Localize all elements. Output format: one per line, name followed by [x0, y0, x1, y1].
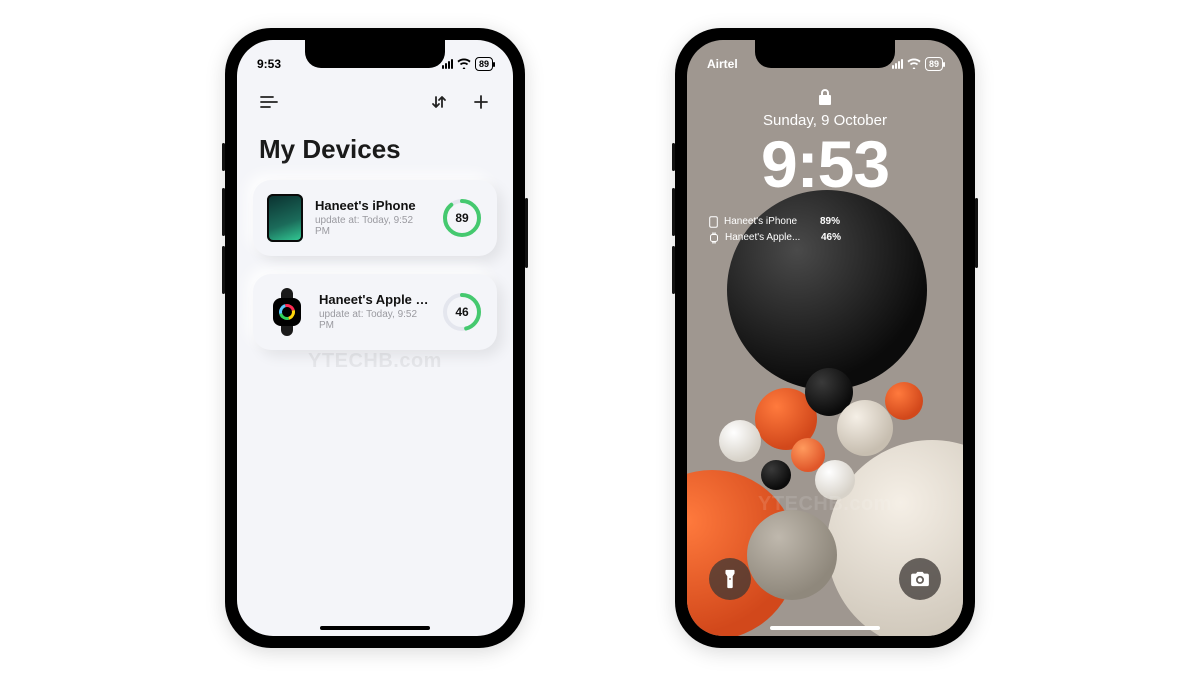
- battery-ring: 89: [441, 197, 483, 239]
- device-card-watch[interactable]: Haneet's Apple Wat... update at: Today, …: [253, 274, 497, 350]
- battery-ring: 46: [441, 291, 483, 333]
- phone-right: Airtel 89 Sunday, 9 October 9:53 Haneet'…: [675, 28, 975, 648]
- device-name: Haneet's Apple Wat...: [319, 292, 429, 307]
- flashlight-button[interactable]: [709, 558, 751, 600]
- cellular-icon: [892, 59, 903, 69]
- widget-row: Haneet's Apple... 46%: [709, 232, 841, 244]
- phone-outline-icon: [709, 216, 718, 228]
- watch-thumb-icon: [267, 288, 307, 336]
- watermark: YTECHB.com: [687, 493, 963, 516]
- status-right: 89: [892, 57, 943, 71]
- page-title: My Devices: [259, 134, 401, 165]
- notch: [305, 40, 445, 68]
- sort-button[interactable]: [427, 90, 451, 114]
- app-toolbar: [237, 90, 513, 114]
- status-time: 9:53: [257, 57, 281, 71]
- menu-icon: [260, 95, 278, 109]
- iphone-thumb-icon: [267, 194, 303, 242]
- status-right: 89: [442, 57, 493, 71]
- cellular-icon: [442, 59, 453, 69]
- device-card-iphone[interactable]: Haneet's iPhone update at: Today, 9:52 P…: [253, 180, 497, 256]
- device-updated: update at: Today, 9:52 PM: [315, 215, 429, 237]
- battery-icon: 89: [475, 57, 493, 71]
- battery-widget[interactable]: Haneet's iPhone 89% Haneet's Apple... 46…: [709, 216, 841, 244]
- add-button[interactable]: [469, 90, 493, 114]
- sort-icon: [431, 94, 447, 110]
- lock-screen: Airtel 89 Sunday, 9 October 9:53 Haneet'…: [687, 40, 963, 636]
- home-indicator[interactable]: [320, 626, 430, 630]
- notch: [755, 40, 895, 68]
- carrier-label: Airtel: [707, 57, 738, 71]
- battery-icon: 89: [925, 57, 943, 71]
- device-list: Haneet's iPhone update at: Today, 9:52 P…: [253, 180, 497, 350]
- camera-button[interactable]: [899, 558, 941, 600]
- widget-row: Haneet's iPhone 89%: [709, 216, 841, 228]
- app-screen: 9:53 89 My Devices: [237, 40, 513, 636]
- lock-time: 9:53: [687, 126, 963, 202]
- watch-outline-icon: [709, 232, 719, 244]
- wifi-icon: [907, 58, 921, 69]
- camera-icon: [910, 571, 930, 587]
- device-name: Haneet's iPhone: [315, 198, 429, 213]
- wifi-icon: [457, 58, 471, 69]
- lock-icon: [818, 88, 832, 106]
- home-indicator[interactable]: [770, 626, 880, 630]
- flashlight-icon: [722, 569, 738, 589]
- watermark: YTECHB.com: [237, 350, 513, 373]
- plus-icon: [473, 94, 489, 110]
- device-updated: update at: Today, 9:52 PM: [319, 309, 429, 331]
- phone-left: 9:53 89 My Devices: [225, 28, 525, 648]
- menu-button[interactable]: [257, 90, 281, 114]
